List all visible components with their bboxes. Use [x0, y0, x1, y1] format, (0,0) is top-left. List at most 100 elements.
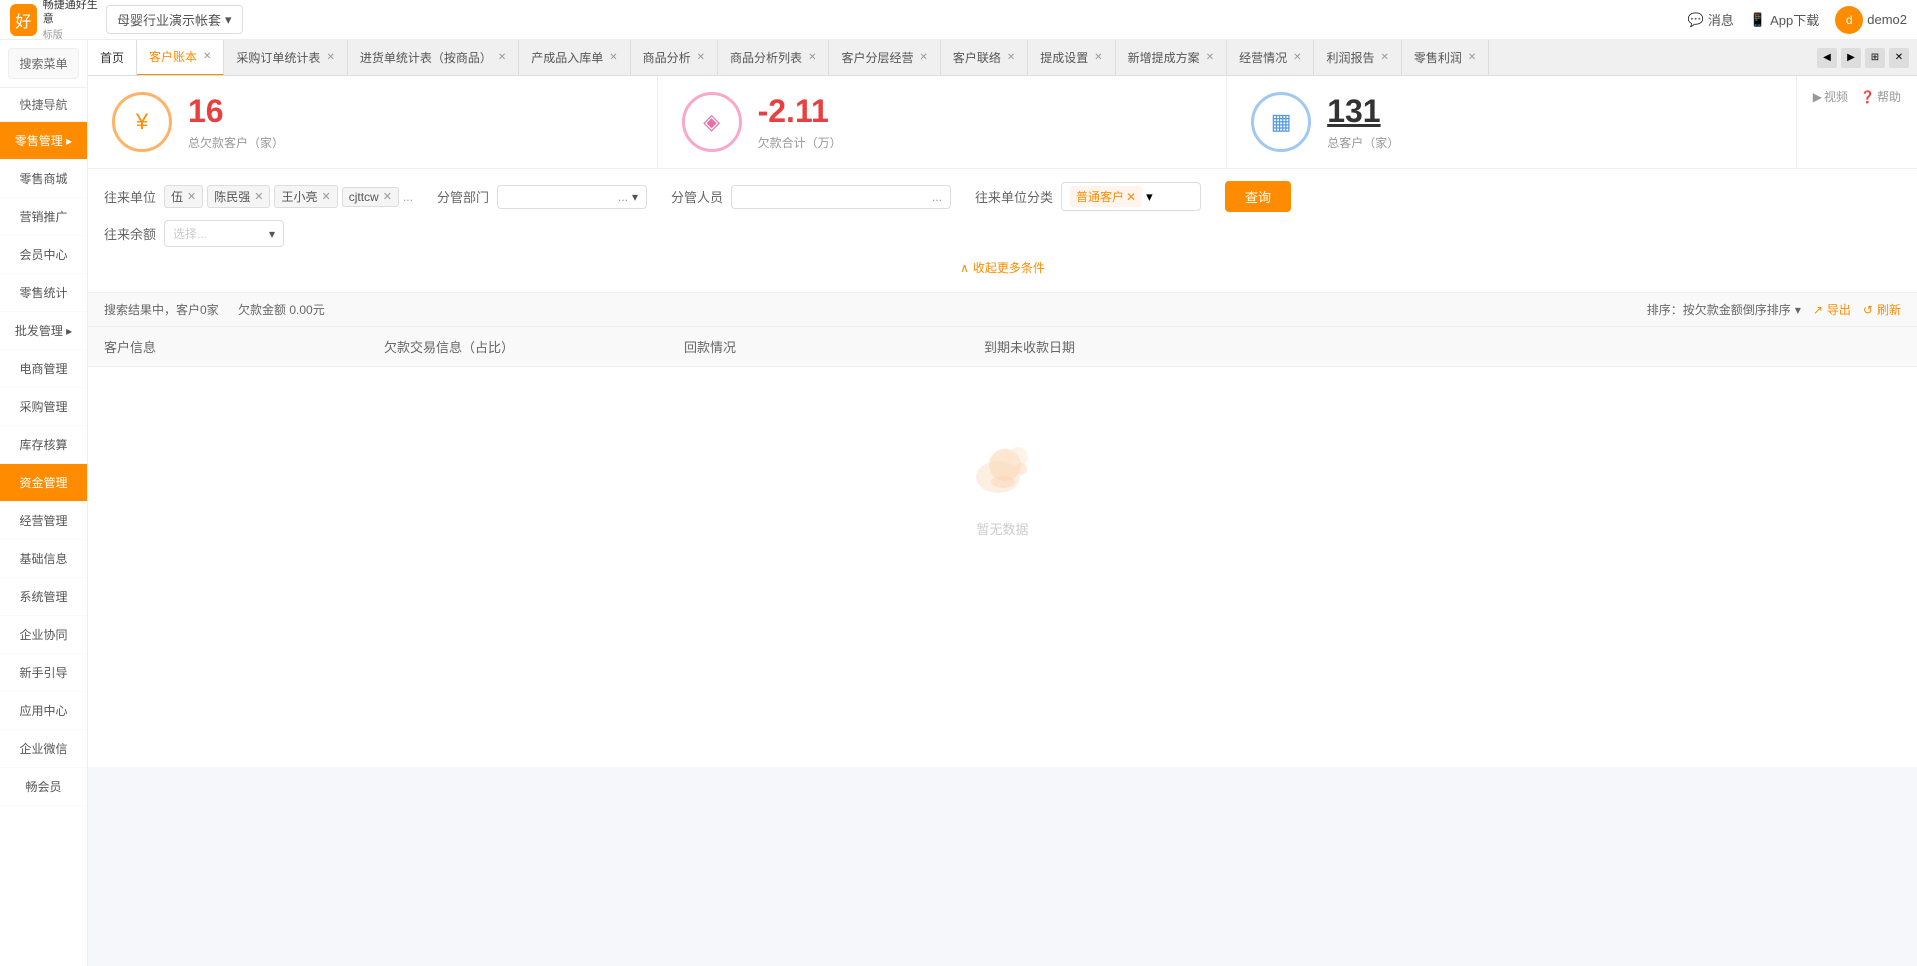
account-select[interactable]: 母婴行业演示帐套 ▾ — [106, 5, 243, 34]
tab-purchase-order-stats[interactable]: 采购订单统计表 ✕ — [224, 40, 347, 76]
dept-dropdown-icon: ▾ — [632, 190, 638, 204]
sidebar-item-batch-management[interactable]: 批发管理 ▸ — [0, 312, 87, 350]
tab-close-icon[interactable]: ✕ — [1381, 52, 1389, 63]
tag-close-chen[interactable]: ✕ — [254, 190, 263, 203]
filter-more-tags[interactable]: ... — [403, 190, 413, 204]
tag-close-wang[interactable]: ✕ — [322, 190, 331, 203]
stat-credit-customers: ¥ 16 总欠款客户（家） — [88, 76, 658, 168]
sidebar-item-purchase[interactable]: 采购管理 — [0, 388, 87, 426]
sidebar-item-newbie[interactable]: 新手引导 — [0, 654, 87, 692]
tab-close-icon[interactable]: ✕ — [919, 52, 927, 63]
stat-total-customers: ▦ 131 总客户（家） — [1227, 76, 1797, 168]
sidebar-item-capital[interactable]: 资金管理 — [0, 464, 87, 502]
sidebar-item-vip-member[interactable]: 畅会员 — [0, 768, 87, 806]
sidebar-item-inventory[interactable]: 库存核算 — [0, 426, 87, 464]
sidebar-item-basic-info[interactable]: 基础信息 — [0, 540, 87, 578]
sidebar-item-operation[interactable]: 经营管理 — [0, 502, 87, 540]
tab-label: 新增提成方案 — [1128, 49, 1200, 66]
sidebar-item-retail-management[interactable]: 零售管理 ▸ — [0, 122, 87, 160]
unit-category-select[interactable]: 普通客户 ✕ ▾ — [1061, 182, 1201, 211]
total-customers-label: 总客户（家） — [1327, 134, 1399, 151]
tab-close-icon[interactable]: ✕ — [1468, 52, 1476, 63]
tab-raise-settings[interactable]: 提成设置 ✕ — [1028, 40, 1115, 76]
tab-operation-status[interactable]: 经营情况 ✕ — [1227, 40, 1314, 76]
sidebar-item-label: 系统管理 — [19, 590, 67, 604]
tab-inbound-stats[interactable]: 进货单统计表（按商品） ✕ — [348, 40, 519, 76]
tab-new-raise-plan[interactable]: 新增提成方案 ✕ — [1116, 40, 1227, 76]
balance-select[interactable]: 选择... ▾ — [164, 220, 284, 247]
sidebar-item-retail-mall[interactable]: 零售商城 — [0, 160, 87, 198]
tab-close-icon[interactable]: ✕ — [1293, 52, 1301, 63]
sidebar-item-retail-stats[interactable]: 零售统计 — [0, 274, 87, 312]
user-area[interactable]: d demo2 — [1835, 6, 1907, 34]
tag-label: cjttcw — [349, 190, 379, 204]
credit-customers-icon: ¥ — [112, 92, 172, 152]
stat-credit-total-info: -2.11 欠款合计（万） — [758, 93, 842, 151]
tab-home[interactable]: 首页 — [88, 40, 137, 76]
tab-profit-report[interactable]: 利润报告 ✕ — [1314, 40, 1401, 76]
tab-product-inbound[interactable]: 产成品入库单 ✕ — [519, 40, 630, 76]
col-due-date: 到期未收款日期 — [984, 337, 1901, 356]
sidebar-item-marketing[interactable]: 营销推广 — [0, 198, 87, 236]
sidebar-item-label: 电商管理 — [19, 362, 67, 376]
app-download-btn[interactable]: 📱 App下载 — [1750, 10, 1819, 29]
query-btn[interactable]: 查询 — [1225, 181, 1291, 212]
sidebar-search-btn[interactable]: 搜索菜单 — [8, 48, 79, 79]
person-select[interactable]: ... — [731, 185, 951, 209]
tab-close-icon[interactable]: ✕ — [1007, 52, 1015, 63]
tag-close-cjttcw[interactable]: ✕ — [383, 190, 392, 203]
tab-close-icon[interactable]: ✕ — [498, 52, 506, 63]
video-btn[interactable]: ▶ 视频 — [1813, 88, 1848, 105]
stat-credit-info: 16 总欠款客户（家） — [188, 93, 284, 151]
collapse-label: 收起更多条件 — [973, 259, 1045, 276]
export-btn[interactable]: ↗ 导出 — [1813, 301, 1851, 318]
sidebar-item-system[interactable]: 系统管理 — [0, 578, 87, 616]
tab-retail-profit[interactable]: 零售利润 ✕ — [1402, 40, 1489, 76]
tab-prev-btn[interactable]: ◀ — [1817, 48, 1837, 68]
tab-product-analysis[interactable]: 商品分析 ✕ — [631, 40, 718, 76]
sidebar: 搜索菜单 快捷导航 零售管理 ▸ 零售商城 营销推广 会员中心 零售统计 批发管… — [0, 40, 88, 966]
collapse-btn[interactable]: ∧ 收起更多条件 — [104, 255, 1901, 280]
tab-close-all-btn[interactable]: ✕ — [1889, 48, 1909, 68]
tab-close-icon[interactable]: ✕ — [1206, 52, 1214, 63]
total-customers-icon-area: ▦ — [1251, 92, 1311, 152]
sidebar-item-ecommerce[interactable]: 电商管理 — [0, 350, 87, 388]
balance-placeholder: 选择... — [173, 225, 207, 242]
col-credit-info: 欠款交易信息（占比） — [384, 337, 684, 356]
tab-close-icon[interactable]: ✕ — [1094, 52, 1102, 63]
help-btn[interactable]: ❓ 帮助 — [1860, 88, 1901, 105]
message-icon: 💬 — [1688, 12, 1704, 28]
refresh-btn[interactable]: ↺ 刷新 — [1863, 301, 1901, 318]
tab-customer-book[interactable]: 客户账本 ✕ — [137, 40, 224, 76]
sidebar-item-enterprise-coop[interactable]: 企业协同 — [0, 616, 87, 654]
balance-dropdown-icon: ▾ — [269, 227, 275, 241]
tab-expand-btn[interactable]: ⊞ — [1865, 48, 1885, 68]
tab-close-icon[interactable]: ✕ — [609, 52, 617, 63]
quick-nav-btn[interactable]: 快捷导航 — [0, 88, 87, 122]
stats-row: ¥ 16 总欠款客户（家） ◈ -2.11 欠款合计（万） — [88, 76, 1917, 169]
results-info: 搜索结果中，客户0家 欠款金额 0.00元 — [104, 301, 325, 318]
sidebar-item-label: 零售统计 — [19, 286, 67, 300]
top-bar: 好 畅捷通好生意 标版 母婴行业演示帐套 ▾ 💬 消息 📱 App下载 d de… — [0, 0, 1917, 40]
tag-close-wu[interactable]: ✕ — [187, 190, 196, 203]
message-btn[interactable]: 💬 消息 — [1688, 10, 1734, 29]
video-icon: ▶ — [1813, 90, 1822, 104]
tab-label: 客户账本 — [149, 48, 197, 65]
tab-next-btn[interactable]: ▶ — [1841, 48, 1861, 68]
sidebar-item-app-center[interactable]: 应用中心 — [0, 692, 87, 730]
tab-close-icon[interactable]: ✕ — [326, 52, 334, 63]
category-tag-close[interactable]: ✕ — [1126, 190, 1136, 204]
table-container: 客户信息 欠款交易信息（占比） 回款情况 到期未收款日期 — [88, 327, 1917, 767]
sidebar-item-member-center[interactable]: 会员中心 — [0, 236, 87, 274]
logo-area: 好 畅捷通好生意 标版 — [10, 0, 98, 41]
sidebar-item-enterprise-wechat[interactable]: 企业微信 — [0, 730, 87, 768]
tab-close-icon[interactable]: ✕ — [697, 52, 705, 63]
tab-close-icon[interactable]: ✕ — [808, 52, 816, 63]
dept-select[interactable]: ... ▾ — [497, 185, 647, 209]
tag-label: 伍 — [171, 188, 183, 205]
tab-customer-tier[interactable]: 客户分层经营 ✕ — [829, 40, 940, 76]
tab-customer-contact[interactable]: 客户联络 ✕ — [941, 40, 1028, 76]
tab-close-icon[interactable]: ✕ — [203, 51, 211, 62]
sort-select[interactable]: 排序：按欠款金额倒序排序 ▾ — [1647, 301, 1801, 318]
tab-product-analysis-list[interactable]: 商品分析列表 ✕ — [718, 40, 829, 76]
